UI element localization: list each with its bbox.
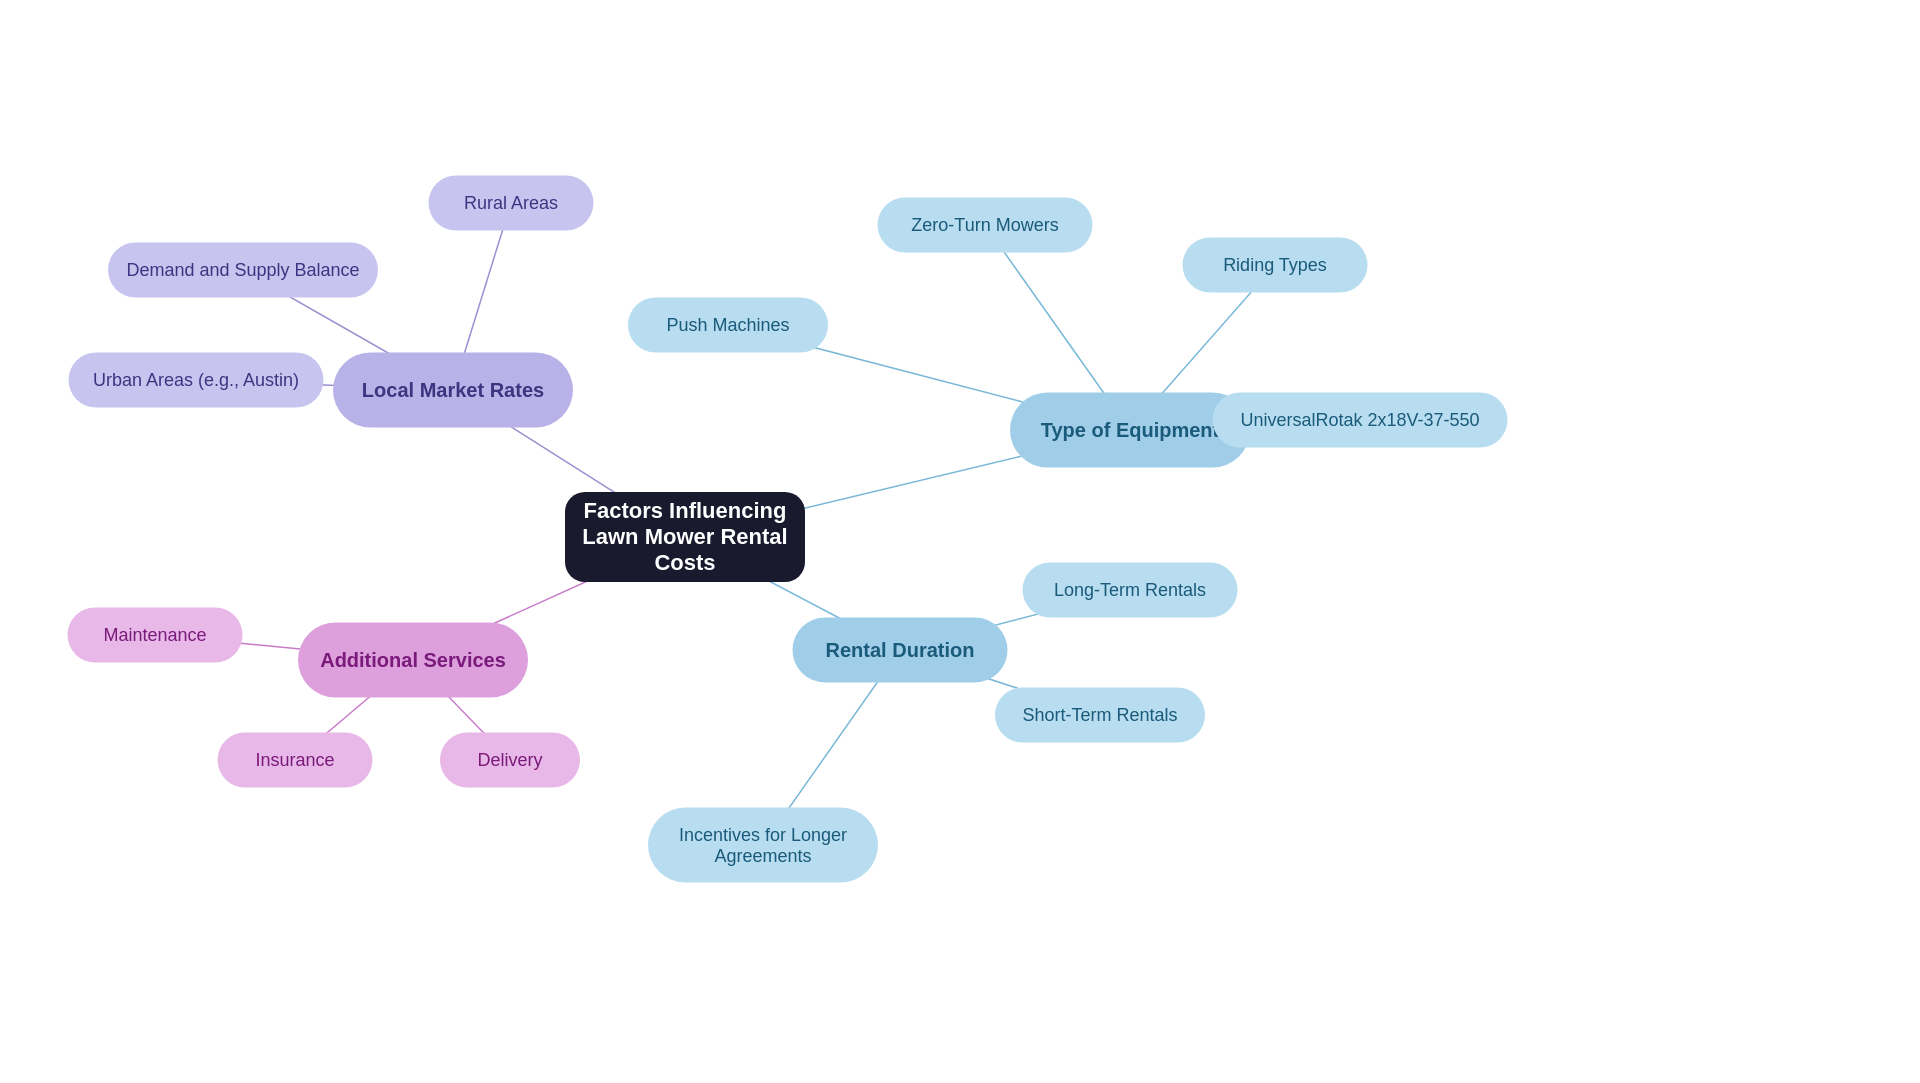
zero-turn-node: Zero-Turn Mowers [878, 198, 1093, 253]
incentives-node: Incentives for Longer Agreements [648, 808, 878, 883]
long-term-node: Long-Term Rentals [1023, 563, 1238, 618]
push-machines-node: Push Machines [628, 298, 828, 353]
center-node: Factors Influencing Lawn Mower Rental Co… [565, 492, 805, 582]
rural-areas-node: Rural Areas [429, 176, 594, 231]
universal-node: UniversalRotak 2x18V-37-550 [1213, 393, 1508, 448]
riding-types-node: Riding Types [1183, 238, 1368, 293]
demand-supply-node: Demand and Supply Balance [108, 243, 378, 298]
short-term-node: Short-Term Rentals [995, 688, 1205, 743]
rental-duration-node: Rental Duration [793, 618, 1008, 683]
local-market-rates-node: Local Market Rates [333, 353, 573, 428]
delivery-node: Delivery [440, 733, 580, 788]
urban-areas-node: Urban Areas (e.g., Austin) [69, 353, 324, 408]
insurance-node: Insurance [218, 733, 373, 788]
maintenance-node: Maintenance [68, 608, 243, 663]
additional-services-node: Additional Services [298, 623, 528, 698]
